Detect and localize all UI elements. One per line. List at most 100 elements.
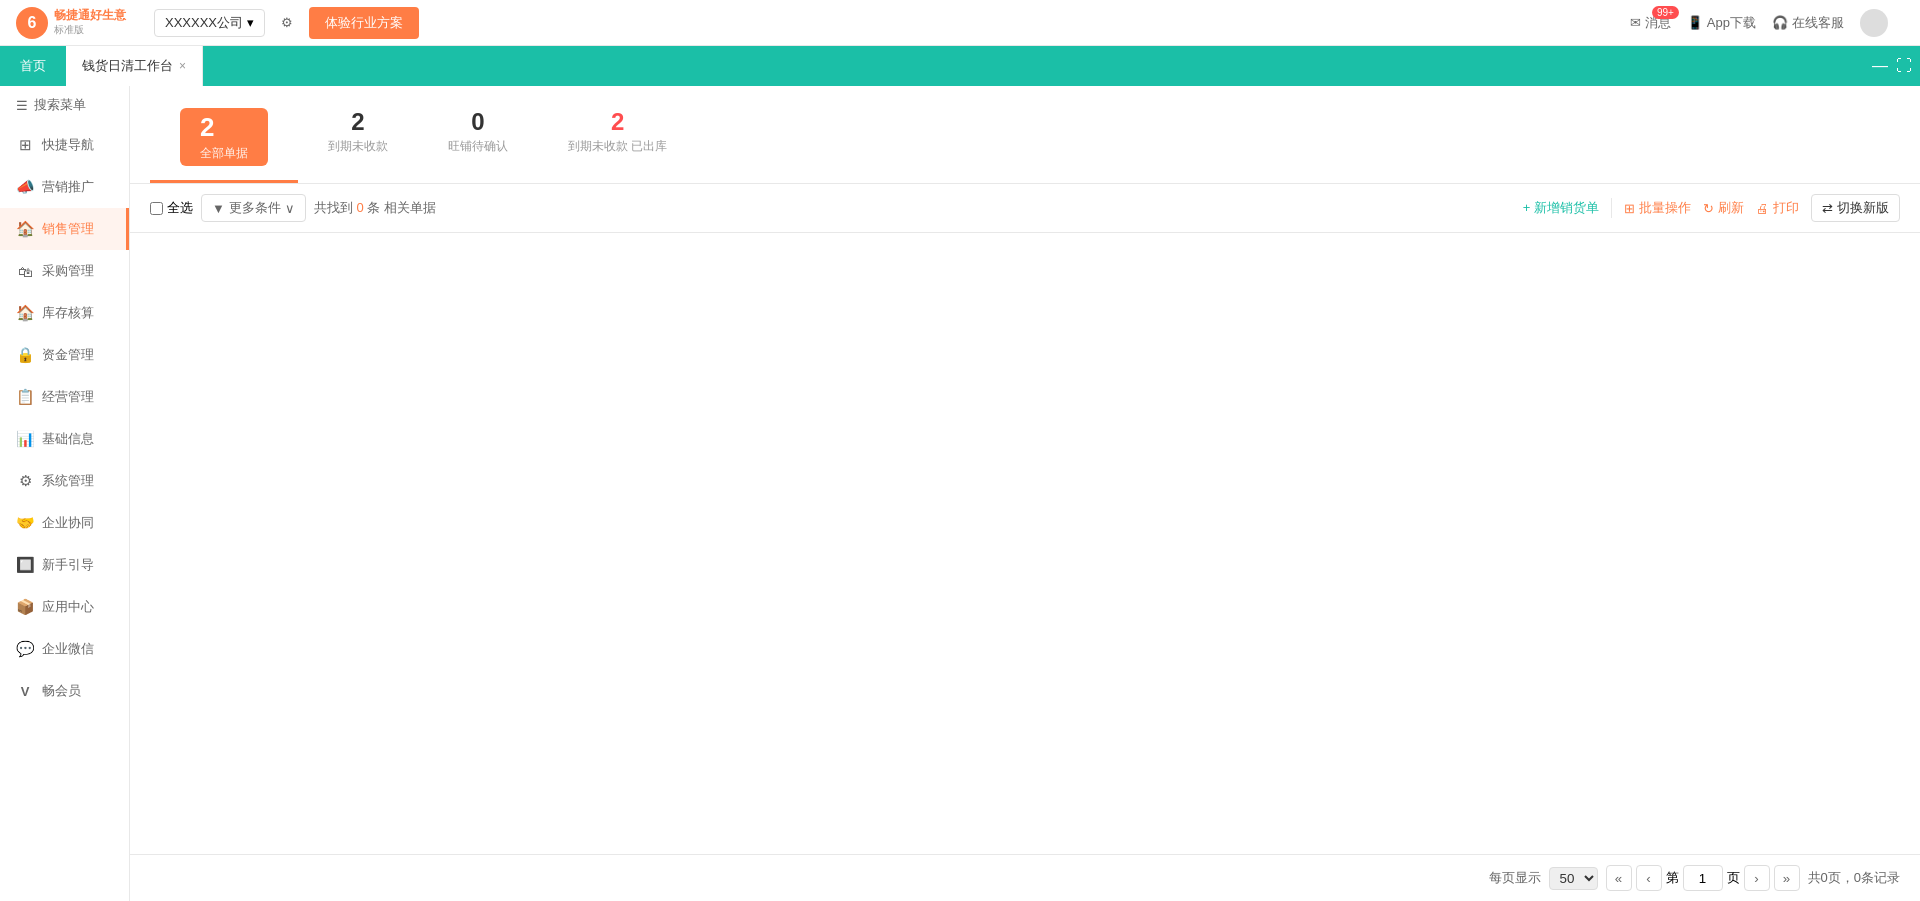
- sidebar-item-marketing[interactable]: 📣 营销推广: [0, 166, 129, 208]
- stat-label-overdue: 到期未收款: [328, 138, 388, 155]
- chevron-down-icon: ▾: [247, 15, 254, 30]
- main-layout: ☰ 搜索菜单 ⊞ 快捷导航 📣 营销推广 🏠 销售管理 🛍 采购管理 🏠 库存核…: [0, 86, 1920, 901]
- app-download-button[interactable]: 📱 App下载: [1687, 14, 1756, 32]
- found-num: 0: [357, 200, 364, 215]
- page-number-input[interactable]: [1683, 865, 1723, 891]
- sidebar-label-member: 畅会员: [42, 682, 81, 700]
- top-bar-left: 6 畅捷通好生意 标准版 XXXXXX公司 ▾ ⚙ 体验行业方案: [16, 7, 419, 39]
- top-bar: 6 畅捷通好生意 标准版 XXXXXX公司 ▾ ⚙ 体验行业方案 ✉ 消息 99…: [0, 0, 1920, 46]
- phone-icon: 📱: [1687, 15, 1703, 30]
- page-label: 第: [1666, 869, 1679, 887]
- filter-button[interactable]: ▼ 更多条件 ∨: [201, 194, 306, 222]
- tab-bar: 首页 钱货日清工作台 × — ⛶: [0, 46, 1920, 86]
- refresh-button[interactable]: ↻ 刷新: [1703, 199, 1744, 217]
- sidebar-item-inventory[interactable]: 🏠 库存核算: [0, 292, 129, 334]
- add-sales-button[interactable]: + 新增销货单: [1523, 199, 1599, 217]
- table-icon: 📊: [16, 430, 34, 448]
- stat-num-wangpu: 0: [471, 108, 484, 136]
- sidebar-item-member[interactable]: V 畅会员: [0, 670, 129, 712]
- sidebar-item-app-center[interactable]: 📦 应用中心: [0, 586, 129, 628]
- stat-card-overdue[interactable]: 2 到期未收款: [298, 98, 418, 183]
- tab-close-icon[interactable]: ×: [179, 59, 186, 73]
- sidebar-item-wechat[interactable]: 💬 企业微信: [0, 628, 129, 670]
- sidebar-label-cooperation: 企业协同: [42, 514, 94, 532]
- print-icon: 🖨: [1756, 201, 1769, 216]
- sidebar-item-cooperation[interactable]: 🤝 企业协同: [0, 502, 129, 544]
- guide-icon: 🔲: [16, 556, 34, 574]
- search-menu-item[interactable]: ☰ 搜索菜单: [0, 86, 129, 124]
- sidebar-label-app-center: 应用中心: [42, 598, 94, 616]
- tab-minimize-button[interactable]: —: [1872, 57, 1888, 75]
- sidebar-label-marketing: 营销推广: [42, 178, 94, 196]
- tab-home[interactable]: 首页: [0, 46, 66, 86]
- tab-workbench[interactable]: 钱货日清工作台 ×: [66, 46, 203, 86]
- stat-card-shipped[interactable]: 2 到期未收款 已出库: [538, 98, 697, 183]
- sidebar-label-purchase: 采购管理: [42, 262, 94, 280]
- filter-label: 更多条件: [229, 199, 281, 217]
- stat-orange-card: 2 全部单据: [180, 108, 268, 166]
- sidebar: ☰ 搜索菜单 ⊞ 快捷导航 📣 营销推广 🏠 销售管理 🛍 采购管理 🏠 库存核…: [0, 86, 130, 901]
- company-selector[interactable]: XXXXXX公司 ▾: [154, 9, 265, 37]
- sidebar-item-quick-nav[interactable]: ⊞ 快捷导航: [0, 124, 129, 166]
- sidebar-item-purchase[interactable]: 🛍 采购管理: [0, 250, 129, 292]
- stat-label-all: 全部单据: [200, 145, 248, 162]
- stat-num-overdue: 2: [351, 108, 364, 136]
- sidebar-item-operations[interactable]: 📋 经营管理: [0, 376, 129, 418]
- print-label: 打印: [1773, 199, 1799, 217]
- message-button[interactable]: ✉ 消息 99+: [1630, 14, 1671, 32]
- online-service-button[interactable]: 🎧 在线客服: [1772, 14, 1844, 32]
- shop-icon: 🏠: [16, 220, 34, 238]
- page-size-select[interactable]: 50: [1549, 867, 1598, 890]
- search-icon: ☰: [16, 98, 28, 113]
- last-page-button[interactable]: »: [1774, 865, 1800, 891]
- bag-icon: 🛍: [16, 262, 34, 280]
- lock-icon: 🔒: [16, 346, 34, 364]
- stats-row: 2 全部单据 2 到期未收款 0 旺铺待确认 2 到期未收款 已出库: [130, 86, 1920, 184]
- pagination-bar: 每页显示 50 « ‹ 第 页 › » 共0页，0条记录: [130, 854, 1920, 901]
- warehouse-icon: 🏠: [16, 304, 34, 322]
- toolbar-right: + 新增销货单 ⊞ 批量操作 ↻ 刷新 🖨 打印 ⇄ 切换新版: [1523, 194, 1900, 222]
- switch-icon: ⇄: [1822, 201, 1833, 216]
- app-logo-icon: 6: [16, 7, 48, 39]
- batch-icon: ⊞: [1624, 201, 1635, 216]
- message-badge: 99+: [1652, 6, 1679, 19]
- logo-text-block: 畅捷通好生意 标准版: [54, 8, 126, 36]
- sidebar-label-quick-nav: 快捷导航: [42, 136, 94, 154]
- filter-icon: ▼: [212, 201, 225, 216]
- trial-button[interactable]: 体验行业方案: [309, 7, 419, 39]
- top-bar-right: ✉ 消息 99+ 📱 App下载 🎧 在线客服: [1630, 9, 1904, 37]
- sidebar-item-basic-info[interactable]: 📊 基础信息: [0, 418, 129, 460]
- switch-label: 切换新版: [1837, 199, 1889, 217]
- grid-icon: ⊞: [16, 136, 34, 154]
- sidebar-item-finance[interactable]: 🔒 资金管理: [0, 334, 129, 376]
- app-download-label: App下载: [1707, 14, 1756, 32]
- sidebar-label-basic-info: 基础信息: [42, 430, 94, 448]
- user-avatar[interactable]: [1860, 9, 1888, 37]
- select-all-checkbox[interactable]: [150, 202, 163, 215]
- batch-ops-button[interactable]: ⊞ 批量操作: [1624, 199, 1691, 217]
- refresh-label: 刷新: [1718, 199, 1744, 217]
- company-name: XXXXXX公司: [165, 14, 243, 32]
- stat-card-all[interactable]: 2 全部单据: [150, 98, 298, 183]
- print-button[interactable]: 🖨 打印: [1756, 199, 1799, 217]
- tab-maximize-button[interactable]: ⛶: [1896, 57, 1912, 75]
- filter-chevron-icon: ∨: [285, 201, 295, 216]
- sidebar-item-sales[interactable]: 🏠 销售管理: [0, 208, 129, 250]
- sidebar-label-system: 系统管理: [42, 472, 94, 490]
- next-page-button[interactable]: ›: [1744, 865, 1770, 891]
- prev-page-button[interactable]: ‹: [1636, 865, 1662, 891]
- settings-icon[interactable]: ⚙: [273, 9, 301, 37]
- sidebar-label-guide: 新手引导: [42, 556, 94, 574]
- message-icon: ✉: [1630, 15, 1641, 30]
- total-info: 共0页，0条记录: [1808, 869, 1900, 887]
- refresh-icon: ↻: [1703, 201, 1714, 216]
- switch-version-button[interactable]: ⇄ 切换新版: [1811, 194, 1900, 222]
- first-page-button[interactable]: «: [1606, 865, 1632, 891]
- content-area: 2 全部单据 2 到期未收款 0 旺铺待确认 2 到期未收款 已出库: [130, 86, 1920, 901]
- page-suffix: 页: [1727, 869, 1740, 887]
- sidebar-item-guide[interactable]: 🔲 新手引导: [0, 544, 129, 586]
- sidebar-item-system[interactable]: ⚙ 系统管理: [0, 460, 129, 502]
- found-unit: 条: [367, 200, 380, 215]
- stat-card-wangpu[interactable]: 0 旺铺待确认: [418, 98, 538, 183]
- sidebar-label-sales: 销售管理: [42, 220, 94, 238]
